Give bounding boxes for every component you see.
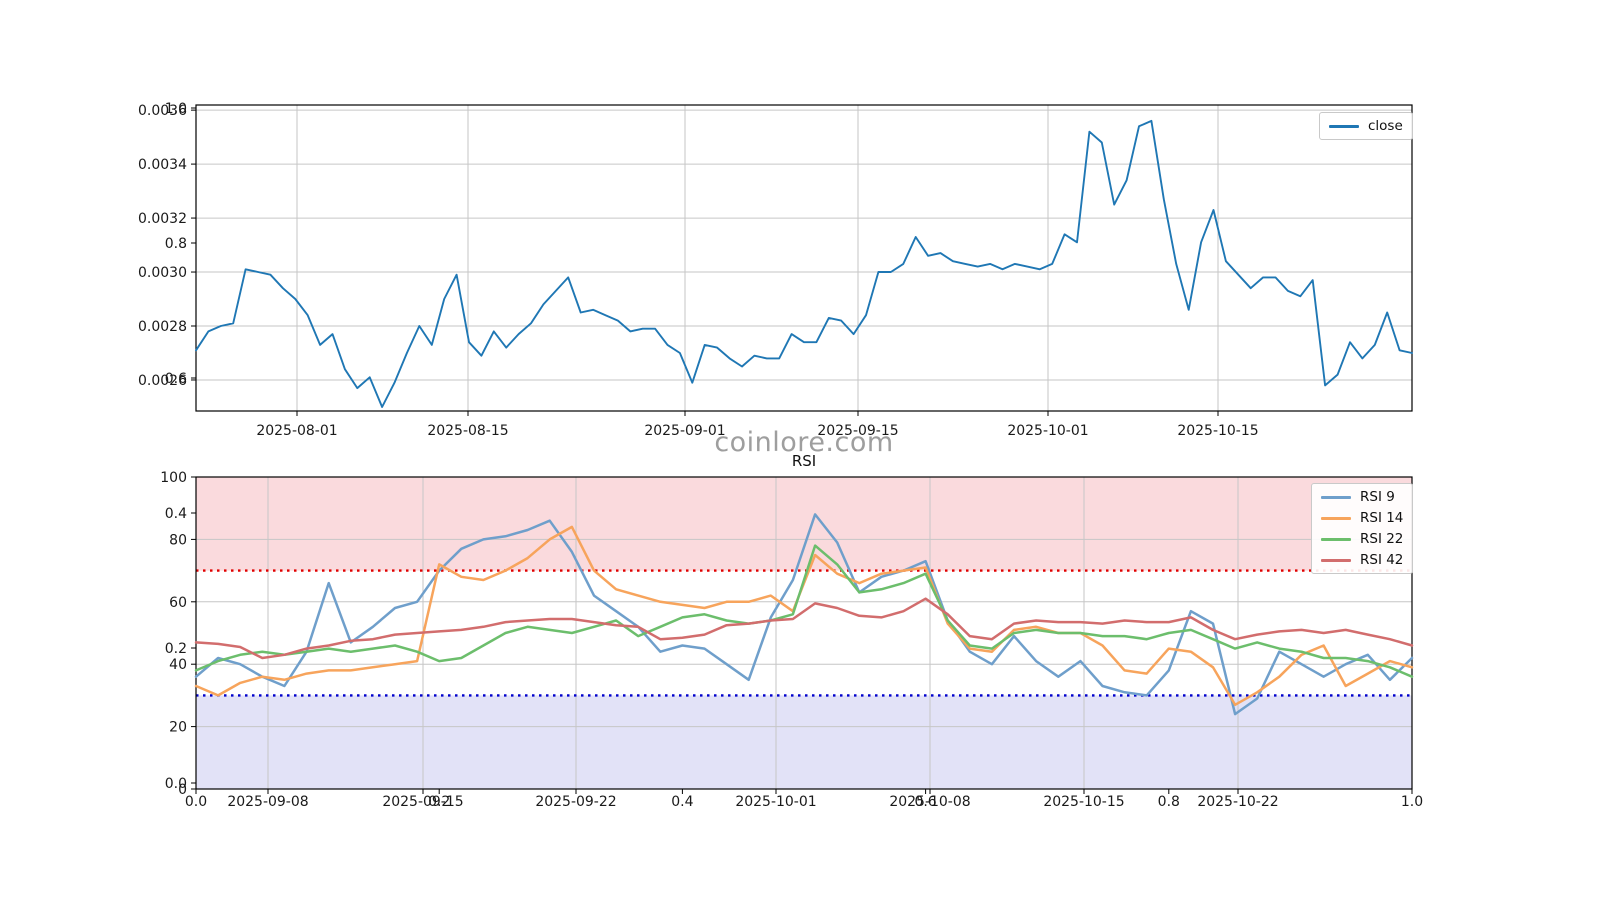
rsi-ytick-label: 80 (169, 532, 187, 548)
legend-item-rsi14: RSI 14 (1321, 510, 1403, 526)
rsi-series-rsi42 (194, 597, 1414, 660)
rsi-ytick-label: 40 (169, 657, 187, 673)
chart-figure: 0.0026 0.0028 0.0030 0.0032 0.0034 0.0036 2025… (0, 0, 1600, 900)
rsi-xtick-label: 2025-09-08 (227, 794, 308, 810)
rsi-xtick-label: 2025-09-22 (535, 794, 616, 810)
rsi-xtick-label: 2025-10-15 (1043, 794, 1124, 810)
overlay-xtick-label: 0.2 (428, 794, 450, 810)
legend-item-rsi9: RSI 9 (1321, 489, 1403, 505)
overlay-ytick-label: 0.8 (165, 236, 187, 252)
price-ytick-label: 0.0032 (138, 211, 187, 227)
legend-label-rsi14: RSI 14 (1360, 510, 1404, 526)
rsi-xtick-label: 2025-10-01 (735, 794, 816, 810)
rsi-ytick-label: 100 (160, 470, 187, 486)
rsi-xtick-label: 2025-09-15 (382, 794, 463, 810)
legend-label-rsi9: RSI 9 (1360, 489, 1395, 505)
overlay-ytick-label: 0.2 (165, 641, 187, 657)
price-legend: close (1319, 112, 1413, 140)
rsi42-line-sample (1321, 558, 1351, 562)
price-ytick-label: 0.0028 (138, 319, 187, 335)
price-ytick-label: 0.0030 (138, 265, 187, 281)
close-line-sample (1329, 124, 1359, 128)
overlay-xtick-label: 0.4 (671, 794, 693, 810)
rsi-overbought-band (196, 477, 1412, 571)
rsi-legend: RSI 9 RSI 14 RSI 22 RSI 42 (1311, 483, 1414, 574)
legend-item-rsi42: RSI 42 (1321, 552, 1403, 568)
overlay-ytick-label: 0.4 (165, 506, 187, 522)
overlay-xtick-label: 0.8 (1158, 794, 1180, 810)
price-ytick-label: 0.0034 (138, 157, 187, 173)
legend-label-rsi22: RSI 22 (1360, 531, 1404, 547)
rsi14-line-sample (1321, 516, 1351, 520)
legend-item-close: close (1329, 118, 1403, 134)
overlay-ytick-label: 1.0 (165, 101, 187, 117)
legend-item-rsi22: RSI 22 (1321, 531, 1403, 547)
overlay-ytick-label: 0.6 (165, 371, 187, 387)
legend-label-close: close (1368, 118, 1403, 134)
rsi-ytick-label: 60 (169, 595, 187, 611)
rsi-chart-title: RSI (791, 452, 817, 470)
overlay-xtick-label: 0.6 (914, 794, 936, 810)
legend-label-rsi42: RSI 42 (1360, 552, 1404, 568)
overlay-ytick-label: 0.0 (165, 776, 187, 792)
price-plot-border (195, 104, 1413, 412)
rsi-oversold-band (196, 695, 1412, 789)
rsi-ytick-label: 20 (169, 720, 187, 736)
overlay-xtick-label: 0.0 (185, 794, 207, 810)
rsi9-line-sample (1321, 495, 1351, 499)
rsi22-line-sample (1321, 537, 1351, 541)
overlay-xtick-label: 1.0 (1401, 794, 1423, 810)
rsi-xtick-label: 2025-10-22 (1197, 794, 1278, 810)
